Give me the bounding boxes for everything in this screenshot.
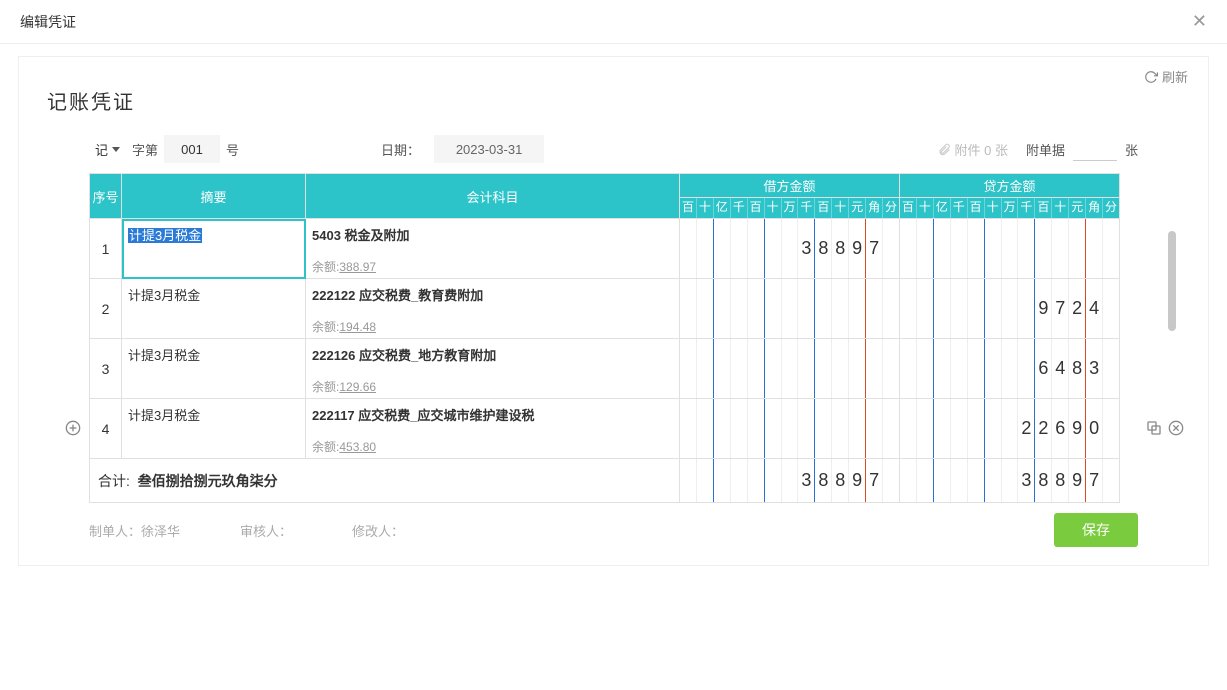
summary-cell[interactable]: 计提3月税金 xyxy=(122,279,306,339)
th-index: 序号 xyxy=(90,174,122,219)
close-icon[interactable]: ✕ xyxy=(1192,11,1207,32)
credit-cell[interactable]: 22690 xyxy=(900,399,1120,459)
table-row: 4计提3月税金222117 应交税费_应交城市维护建设税余额:453.80 226… xyxy=(90,399,1120,459)
voucher-number-input[interactable] xyxy=(164,135,220,163)
th-subject: 会计科目 xyxy=(306,174,680,219)
label-hao: 号 xyxy=(226,140,239,159)
row-index: 1 xyxy=(90,219,122,279)
row-index: 3 xyxy=(90,339,122,399)
slip-count-input[interactable] xyxy=(1073,137,1117,161)
voucher-type-select[interactable]: 记 xyxy=(89,136,126,163)
total-debit: 38897 xyxy=(680,459,900,503)
save-button[interactable]: 保存 xyxy=(1054,513,1138,547)
debit-cell[interactable] xyxy=(680,399,900,459)
debit-cell[interactable]: 38897 xyxy=(680,219,900,279)
attachment-link[interactable]: 附件 0 张 xyxy=(937,140,1008,159)
chevron-down-icon xyxy=(112,147,120,152)
total-row: 合计: 叁佰捌拾捌元玖角柒分3889738897 xyxy=(90,459,1120,503)
page-title: 记账凭证 xyxy=(19,86,1208,129)
scrollbar-thumb[interactable] xyxy=(1168,231,1176,331)
debit-cell[interactable] xyxy=(680,279,900,339)
voucher-type-value: 记 xyxy=(95,140,108,159)
refresh-label: 刷新 xyxy=(1162,70,1188,85)
credit-cell[interactable]: 9724 xyxy=(900,279,1120,339)
subject-cell[interactable]: 5403 税金及附加余额:388.97 xyxy=(306,219,680,279)
credit-cell[interactable]: 6483 xyxy=(900,339,1120,399)
summary-cell[interactable]: 计提3月税金 xyxy=(122,219,306,279)
table-row: 3计提3月税金222126 应交税费_地方教育附加余额:129.66 6483 xyxy=(90,339,1120,399)
th-credit: 贷方金额 xyxy=(900,174,1120,198)
table-row: 2计提3月税金222122 应交税费_教育费附加余额:194.48 9724 xyxy=(90,279,1120,339)
table-row: 1计提3月税金5403 税金及附加余额:388.9738897 xyxy=(90,219,1120,279)
add-row-icon[interactable] xyxy=(65,420,81,439)
voucher-table: 序号 摘要 会计科目 借方金额 贷方金额 百十亿千百十万千百十元角分 百十亿千百… xyxy=(89,173,1120,503)
th-credit-digits: 百十亿千百十万千百十元角分 xyxy=(900,198,1120,219)
auditor-field: 审核人： xyxy=(240,521,292,540)
subject-cell[interactable]: 222122 应交税费_教育费附加余额:194.48 xyxy=(306,279,680,339)
th-debit: 借方金额 xyxy=(680,174,900,198)
delete-row-icon[interactable] xyxy=(1168,420,1184,439)
modal-title: 编辑凭证 xyxy=(20,12,76,32)
debit-cell[interactable] xyxy=(680,339,900,399)
attachment-label: 附件 0 张 xyxy=(955,143,1008,158)
row-index: 4 xyxy=(90,399,122,459)
date-input[interactable] xyxy=(434,135,544,163)
row-index: 2 xyxy=(90,279,122,339)
modifier-field: 修改人： xyxy=(352,521,404,540)
th-summary: 摘要 xyxy=(122,174,306,219)
total-credit: 38897 xyxy=(900,459,1120,503)
slip-unit: 张 xyxy=(1125,140,1138,159)
credit-cell[interactable] xyxy=(900,219,1120,279)
total-label: 合计: 叁佰捌拾捌元玖角柒分 xyxy=(90,459,680,503)
label-zidi: 字第 xyxy=(132,140,158,159)
copy-row-icon[interactable] xyxy=(1146,420,1162,439)
summary-cell[interactable]: 计提3月税金 xyxy=(122,339,306,399)
subject-cell[interactable]: 222117 应交税费_应交城市维护建设税余额:453.80 xyxy=(306,399,680,459)
slip-label: 附单据 xyxy=(1026,140,1065,159)
maker-field: 制单人：徐泽华 xyxy=(89,521,180,540)
summary-cell[interactable]: 计提3月税金 xyxy=(122,399,306,459)
date-label: 日期： xyxy=(381,140,420,159)
subject-cell[interactable]: 222126 应交税费_地方教育附加余额:129.66 xyxy=(306,339,680,399)
refresh-button[interactable]: 刷新 xyxy=(1144,67,1188,86)
th-debit-digits: 百十亿千百十万千百十元角分 xyxy=(680,198,900,219)
